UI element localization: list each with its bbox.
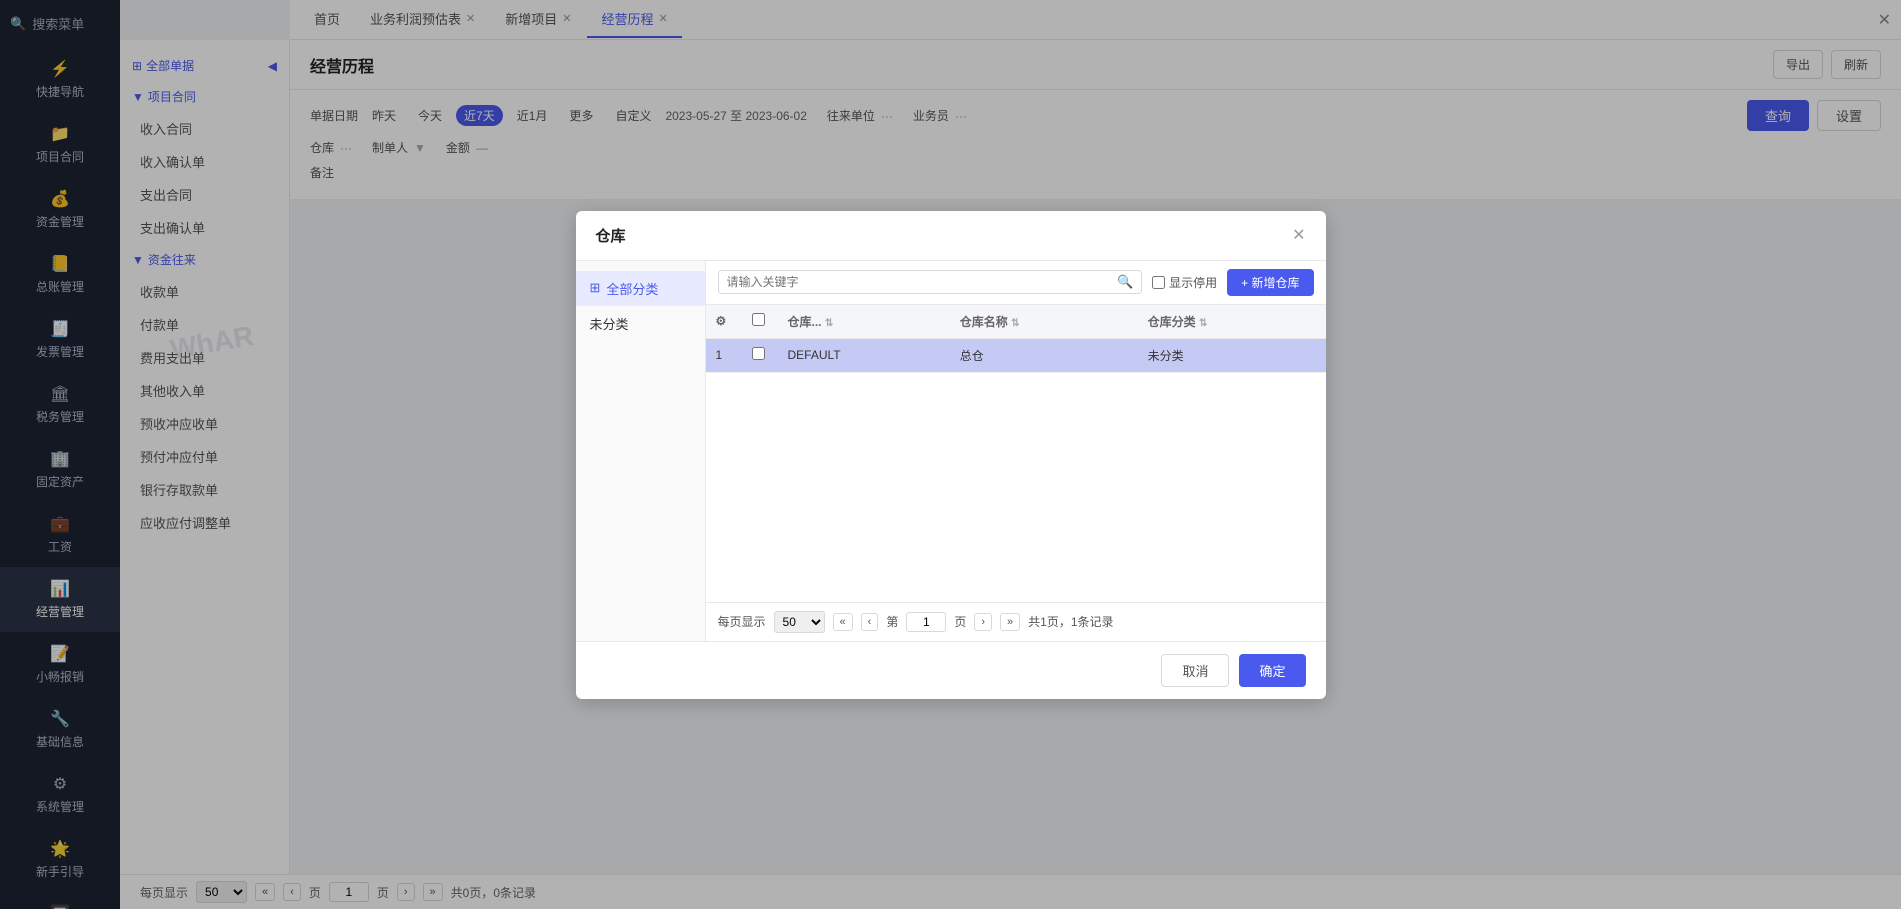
- th-code-label: 仓库...: [788, 315, 822, 329]
- modal-last-page[interactable]: »: [1000, 613, 1020, 631]
- modal-toolbar: 🔍 显示停用 + 新增仓库: [706, 261, 1326, 305]
- th-category-label: 仓库分类: [1148, 315, 1196, 329]
- cat-all-label: 全部分类: [606, 279, 658, 298]
- modal-left-panel: ⊞ 全部分类 未分类: [576, 261, 706, 641]
- page-word: 第: [886, 613, 898, 630]
- warehouse-modal: 仓库 ✕ ⊞ 全部分类 未分类 🔍 显示停用: [576, 211, 1326, 699]
- modal-header: 仓库 ✕: [576, 211, 1326, 261]
- grid-icon: ⊞: [590, 280, 601, 296]
- cancel-button[interactable]: 取消: [1161, 654, 1229, 687]
- modal-per-page-select[interactable]: 50 100: [774, 611, 825, 633]
- modal-close-btn[interactable]: ✕: [1292, 225, 1305, 245]
- th-checkbox: [742, 305, 778, 339]
- th-code: 仓库... ⇅: [778, 305, 950, 339]
- modal-title: 仓库: [596, 225, 626, 246]
- page-word2: 页: [954, 613, 966, 630]
- search-icon: 🔍: [1117, 274, 1133, 290]
- modal-footer: 取消 确定: [576, 641, 1326, 699]
- show-disabled-checkbox[interactable]: 显示停用: [1152, 274, 1217, 291]
- row-num: 1: [706, 338, 742, 372]
- row-category: 未分类: [1138, 338, 1326, 372]
- cat-all[interactable]: ⊞ 全部分类: [576, 271, 705, 306]
- confirm-button[interactable]: 确定: [1239, 654, 1305, 687]
- th-name-label: 仓库名称: [960, 315, 1008, 329]
- disabled-checkbox[interactable]: [1152, 276, 1165, 289]
- modal-body: ⊞ 全部分类 未分类 🔍 显示停用 + 新增仓库: [576, 261, 1326, 641]
- modal-pagination: 每页显示 50 100 « ‹ 第 页 › » 共1页，1条记录: [706, 602, 1326, 641]
- row-name: 总仓: [950, 338, 1138, 372]
- modal-next-page[interactable]: ›: [974, 613, 992, 631]
- modal-page-input[interactable]: [906, 612, 946, 632]
- add-warehouse-btn[interactable]: + 新增仓库: [1227, 269, 1313, 296]
- row-checkbox[interactable]: [742, 338, 778, 372]
- cat-uncategorized-label: 未分类: [590, 314, 629, 333]
- settings-icon[interactable]: ⚙: [716, 314, 727, 328]
- warehouse-table: ⚙ 仓库... ⇅ 仓库名称 ⇅: [706, 305, 1326, 373]
- sort-icon: ⇅: [825, 318, 833, 329]
- th-settings: ⚙: [706, 305, 742, 339]
- search-box: 🔍: [718, 270, 1143, 294]
- search-input[interactable]: [727, 275, 1112, 289]
- sort-icon: ⇅: [1199, 318, 1207, 329]
- modal-first-page[interactable]: «: [833, 613, 853, 631]
- sort-icon: ⇅: [1011, 318, 1019, 329]
- th-name: 仓库名称 ⇅: [950, 305, 1138, 339]
- modal-table: ⚙ 仓库... ⇅ 仓库名称 ⇅: [706, 305, 1326, 602]
- th-category: 仓库分类 ⇅: [1138, 305, 1326, 339]
- table-row[interactable]: 1 DEFAULT 总仓 未分类: [706, 338, 1326, 372]
- row-code: DEFAULT: [778, 338, 950, 372]
- select-all-checkbox[interactable]: [752, 313, 765, 326]
- modal-right-panel: 🔍 显示停用 + 新增仓库 ⚙: [706, 261, 1326, 641]
- modal-prev-page[interactable]: ‹: [861, 613, 879, 631]
- cat-uncategorized[interactable]: 未分类: [576, 306, 705, 341]
- per-page-label: 每页显示: [718, 613, 766, 630]
- total-info: 共1页，1条记录: [1028, 613, 1113, 630]
- show-disabled-label: 显示停用: [1169, 274, 1217, 291]
